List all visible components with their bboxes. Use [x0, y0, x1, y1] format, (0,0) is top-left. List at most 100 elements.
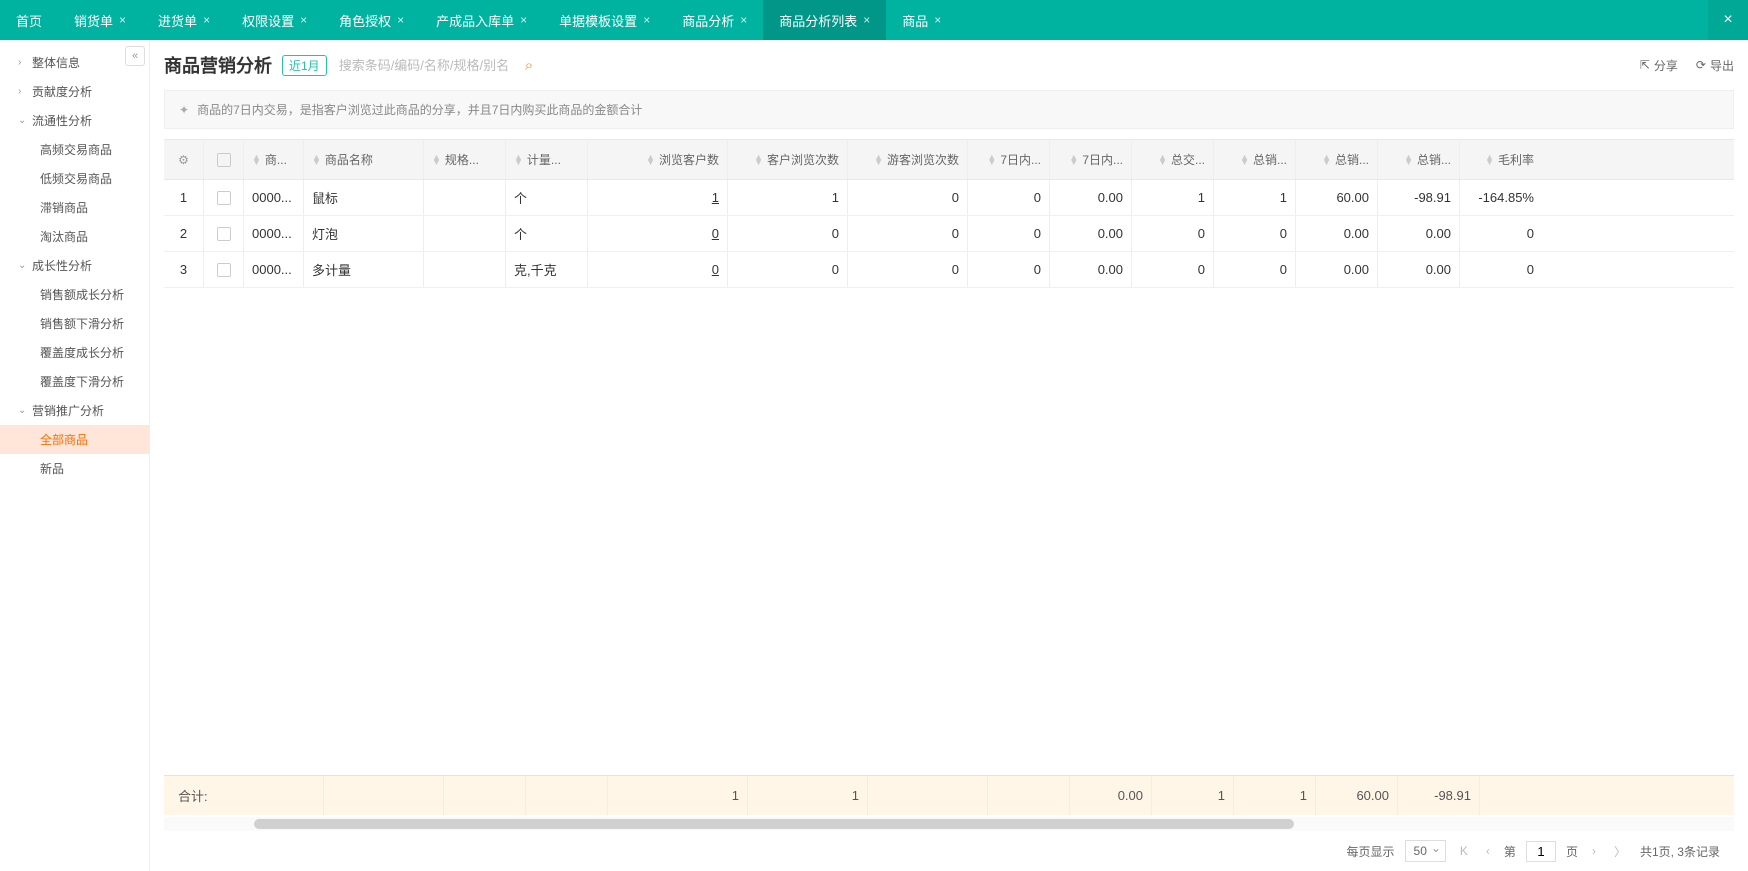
column-header-chk[interactable] [204, 140, 244, 179]
sort-icon[interactable]: ▲▼ [754, 155, 763, 165]
sort-icon[interactable]: ▲▼ [1069, 155, 1078, 165]
select-all-checkbox[interactable] [217, 153, 231, 167]
column-header-guest_views[interactable]: ▲▼游客浏览次数 [848, 140, 968, 179]
column-label: 规格... [445, 151, 479, 168]
sidebar-item-4-1[interactable]: 新品 [0, 454, 149, 483]
sort-icon[interactable]: ▲▼ [1485, 155, 1494, 165]
search-input[interactable] [337, 54, 517, 77]
tab-0[interactable]: 首页 [0, 0, 58, 40]
sidebar-group-4[interactable]: ⌄营销推广分析 [0, 396, 149, 425]
sidebar-group-1[interactable]: ›贡献度分析 [0, 77, 149, 106]
browse-customers-link[interactable]: 0 [712, 262, 719, 277]
first-page-button[interactable]: K [1456, 844, 1472, 858]
export-button[interactable]: ⟳ 导出 [1696, 57, 1734, 74]
page-input[interactable] [1526, 841, 1556, 862]
table-row[interactable]: 20000...灯泡个00000.00000.000.000 [164, 216, 1734, 252]
tab-9[interactable]: 商品× [886, 0, 957, 40]
column-header-unit[interactable]: ▲▼计量... [506, 140, 588, 179]
close-icon[interactable]: × [203, 13, 210, 27]
column-header-idx[interactable]: ⚙ [164, 140, 204, 179]
column-header-d7_in[interactable]: ▲▼7日内... [968, 140, 1050, 179]
sort-icon[interactable]: ▲▼ [1240, 155, 1249, 165]
tab-3[interactable]: 权限设置× [226, 0, 323, 40]
sidebar-item-3-2[interactable]: 覆盖度成长分析 [0, 338, 149, 367]
sidebar-item-3-3[interactable]: 覆盖度下滑分析 [0, 367, 149, 396]
sort-icon[interactable]: ▲▼ [1158, 155, 1167, 165]
close-icon[interactable]: × [934, 13, 941, 27]
column-header-total_profit[interactable]: ▲▼总销... [1378, 140, 1460, 179]
table-row[interactable]: 10000...鼠标个11000.001160.00-98.91-164.85% [164, 180, 1734, 216]
sort-icon[interactable]: ▲▼ [432, 155, 441, 165]
close-icon[interactable]: × [119, 13, 126, 27]
share-button[interactable]: ⇱ 分享 [1640, 57, 1678, 74]
tab-1[interactable]: 销货单× [58, 0, 142, 40]
close-icon[interactable]: × [520, 13, 527, 27]
row-checkbox[interactable] [217, 263, 231, 277]
sidebar-item-2-1[interactable]: 低频交易商品 [0, 164, 149, 193]
row-checkbox[interactable] [217, 191, 231, 205]
gear-icon[interactable]: ⚙ [178, 153, 189, 167]
horizontal-scrollbar[interactable] [164, 817, 1734, 831]
column-header-total_qty[interactable]: ▲▼总销... [1214, 140, 1296, 179]
cell-browse_customers: 0 [588, 252, 728, 287]
sidebar-item-2-0[interactable]: 高频交易商品 [0, 135, 149, 164]
column-header-customer_views[interactable]: ▲▼客户浏览次数 [728, 140, 848, 179]
search-icon[interactable]: ⌕ [525, 57, 533, 74]
last-page-button[interactable]: 〉 [1610, 843, 1630, 860]
sidebar-item-3-0[interactable]: 销售额成长分析 [0, 280, 149, 309]
sidebar-collapse-button[interactable]: « [125, 46, 145, 66]
top-tab-bar: 首页销货单×进货单×权限设置×角色授权×产成品入库单×单据模板设置×商品分析×商… [0, 0, 1748, 40]
sort-icon[interactable]: ▲▼ [312, 155, 321, 165]
sidebar-item-2-2[interactable]: 滞销商品 [0, 193, 149, 222]
per-page-select[interactable]: 50 [1405, 840, 1446, 862]
sort-icon[interactable]: ▲▼ [874, 155, 883, 165]
tab-5[interactable]: 产成品入库单 × [420, 0, 543, 40]
sidebar-group-3[interactable]: ⌄成长性分析 [0, 251, 149, 280]
chevron-icon: ⌄ [18, 260, 28, 271]
close-icon[interactable]: × [863, 13, 870, 27]
column-header-spec[interactable]: ▲▼ 规格... [424, 140, 506, 179]
sidebar-item-2-3[interactable]: 淘汰商品 [0, 222, 149, 251]
browse-customers-link[interactable]: 1 [712, 190, 719, 205]
close-all-tabs-button[interactable]: × [1708, 0, 1748, 40]
close-icon[interactable]: × [300, 13, 307, 27]
column-header-total_amt[interactable]: ▲▼总销... [1296, 140, 1378, 179]
scrollbar-thumb[interactable] [254, 819, 1294, 829]
period-tag[interactable]: 近1月 [282, 55, 327, 76]
tab-8[interactable]: 商品分析列表× [763, 0, 886, 40]
sort-icon[interactable]: ▲▼ [1404, 155, 1413, 165]
tab-6[interactable]: 单据模板设置× [543, 0, 666, 40]
close-icon[interactable]: × [397, 13, 404, 27]
sidebar-item-4-0[interactable]: 全部商品 [0, 425, 149, 454]
tab-4[interactable]: 角色授权× [323, 0, 420, 40]
sort-icon[interactable]: ▲▼ [514, 155, 523, 165]
column-header-browse_customers[interactable]: ▲▼浏览客户数 [588, 140, 728, 179]
column-header-name[interactable]: ▲▼商品名称 [304, 140, 424, 179]
close-icon[interactable]: × [643, 13, 650, 27]
column-header-d7_amt[interactable]: ▲▼7日内... [1050, 140, 1132, 179]
table-row[interactable]: 30000...多计量克,千克00000.00000.000.000 [164, 252, 1734, 288]
sort-icon[interactable]: ▲▼ [1322, 155, 1331, 165]
browse-customers-link[interactable]: 0 [712, 226, 719, 241]
column-header-code[interactable]: ▲▼商... [244, 140, 304, 179]
tab-label: 产成品入库单 [436, 11, 514, 30]
sidebar-group-2[interactable]: ⌄流通性分析 [0, 106, 149, 135]
sort-icon[interactable]: ▲▼ [646, 155, 655, 165]
footer-cell-total_txn: 1 [1152, 776, 1234, 815]
column-label: 毛利率 [1498, 151, 1534, 168]
footer-cell-browse_customers: 1 [608, 776, 748, 815]
row-checkbox[interactable] [217, 227, 231, 241]
cell-idx: 1 [164, 180, 204, 215]
cell-name: 鼠标 [304, 180, 424, 215]
cell-chk [204, 216, 244, 251]
sidebar-item-3-1[interactable]: 销售额下滑分析 [0, 309, 149, 338]
next-page-button[interactable]: › [1588, 844, 1600, 858]
close-icon[interactable]: × [740, 13, 747, 27]
sort-icon[interactable]: ▲▼ [987, 155, 996, 165]
column-header-margin[interactable]: ▲▼ 毛利率 [1460, 140, 1542, 179]
sort-icon[interactable]: ▲▼ [252, 155, 261, 165]
prev-page-button[interactable]: ‹ [1482, 844, 1494, 858]
tab-2[interactable]: 进货单× [142, 0, 226, 40]
column-header-total_txn[interactable]: ▲▼总交... [1132, 140, 1214, 179]
tab-7[interactable]: 商品分析× [666, 0, 763, 40]
